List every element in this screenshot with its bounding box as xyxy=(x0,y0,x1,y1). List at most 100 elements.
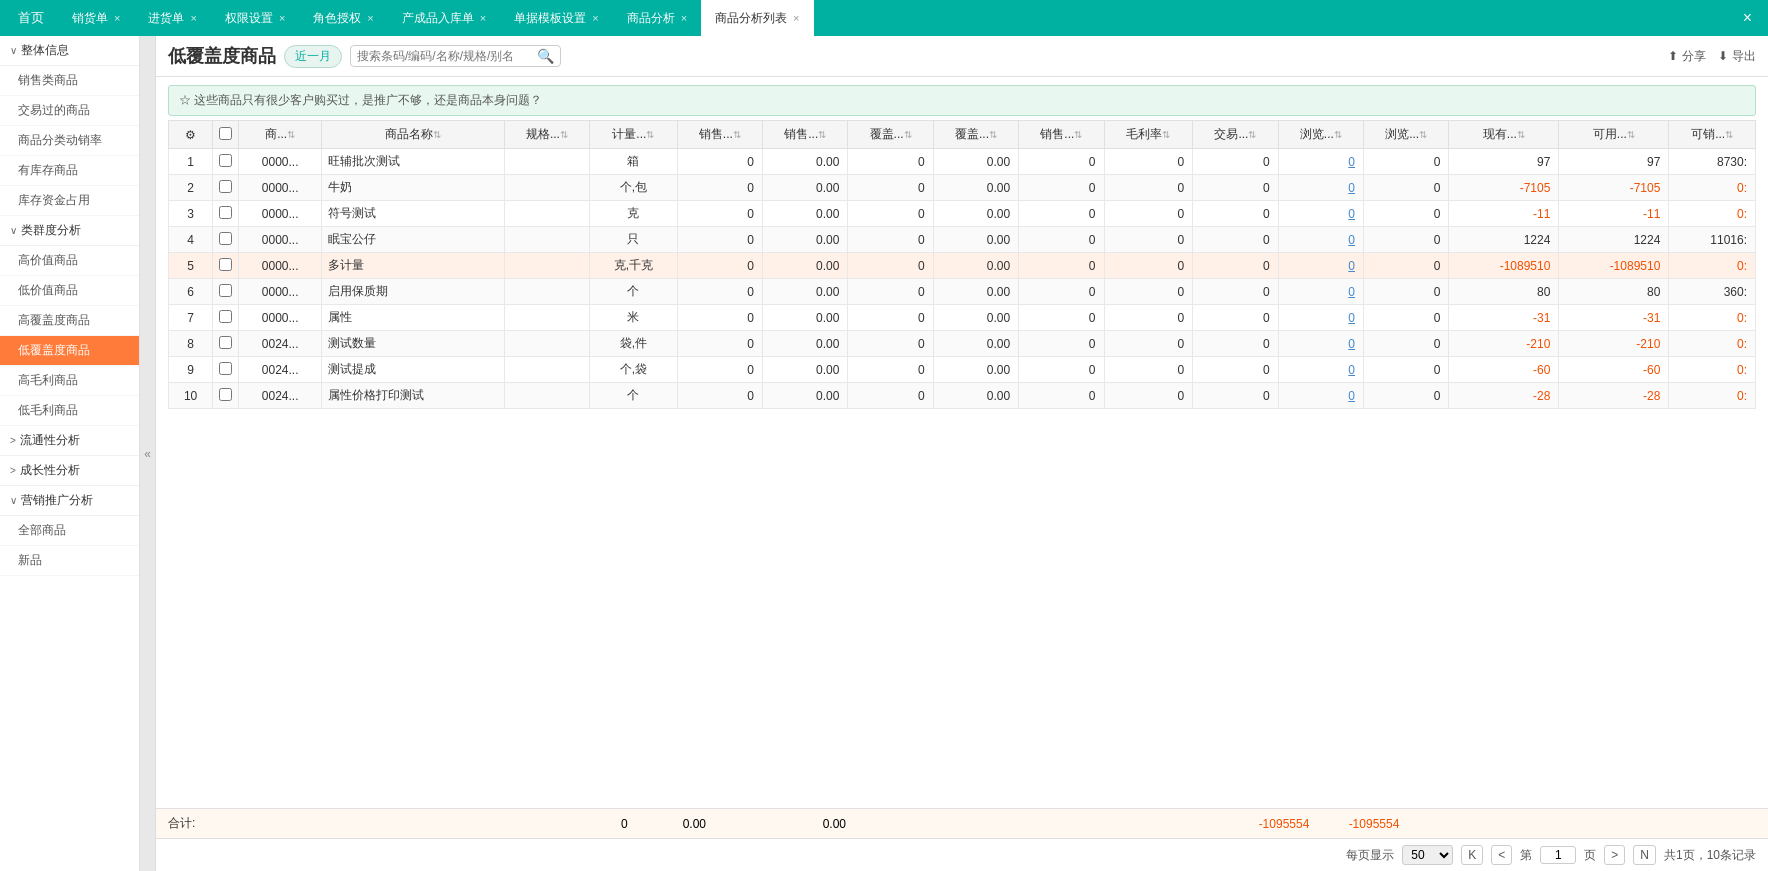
prev-page-button[interactable]: < xyxy=(1491,845,1512,865)
nav-warehouse[interactable]: 产成品入库单 × xyxy=(388,0,500,36)
sidebar-item-new-goods[interactable]: 新品 xyxy=(0,546,139,576)
search-icon[interactable]: 🔍 xyxy=(537,48,554,64)
col-sales1[interactable]: 销售...⇅ xyxy=(677,121,762,149)
row-cover1: 0 xyxy=(848,383,933,409)
col-gross[interactable]: 毛利率⇅ xyxy=(1104,121,1193,149)
col-cover1[interactable]: 覆盖...⇅ xyxy=(848,121,933,149)
share-button[interactable]: ⬆ 分享 xyxy=(1668,48,1706,65)
info-banner: ☆ 这些商品只有很少客户购买过，是推广不够，还是商品本身问题？ xyxy=(168,85,1756,116)
nav-analysis-list[interactable]: 商品分析列表 × xyxy=(701,0,813,36)
row-unit: 克 xyxy=(590,201,678,227)
row-available: 1224 xyxy=(1559,227,1669,253)
row-cover2: 0.00 xyxy=(933,305,1018,331)
row-number: 2 xyxy=(169,175,213,201)
per-page-select[interactable]: 50 100 200 xyxy=(1402,845,1453,865)
col-current[interactable]: 现有...⇅ xyxy=(1449,121,1559,149)
sidebar-item-low-value[interactable]: 低价值商品 xyxy=(0,276,139,306)
col-checkbox[interactable] xyxy=(213,121,239,149)
row-view2: 0 xyxy=(1364,357,1449,383)
filter-period-button[interactable]: 近一月 xyxy=(284,45,342,68)
window-close-button[interactable]: × xyxy=(1731,0,1764,36)
collapse-arrow-growth: > xyxy=(10,465,16,476)
sidebar-item-sales-goods[interactable]: 销售类商品 xyxy=(0,66,139,96)
row-available: -11 xyxy=(1559,201,1669,227)
last-page-button[interactable]: N xyxy=(1633,845,1656,865)
sidebar-item-low-coverage[interactable]: 低覆盖度商品 xyxy=(0,336,139,366)
row-unit: 箱 xyxy=(590,149,678,175)
row-checkbox[interactable] xyxy=(213,149,239,175)
nav-close-sales[interactable]: × xyxy=(114,12,120,24)
sidebar-section-overall[interactable]: ∨ 整体信息 xyxy=(0,36,139,66)
row-checkbox[interactable] xyxy=(213,357,239,383)
sidebar-item-low-margin[interactable]: 低毛利商品 xyxy=(0,396,139,426)
col-cover2[interactable]: 覆盖...⇅ xyxy=(933,121,1018,149)
nav-close-template[interactable]: × xyxy=(592,12,598,24)
sidebar-item-high-coverage[interactable]: 高覆盖度商品 xyxy=(0,306,139,336)
first-page-button[interactable]: K xyxy=(1461,845,1483,865)
sidebar-section-liquidity[interactable]: > 流通性分析 xyxy=(0,426,139,456)
collapse-arrow-overall: ∨ xyxy=(10,45,17,56)
footer-sales1: 0 xyxy=(589,817,659,831)
sidebar-section-cluster[interactable]: ∨ 类群度分析 xyxy=(0,216,139,246)
nav-close-role[interactable]: × xyxy=(367,12,373,24)
row-cover2: 0.00 xyxy=(933,175,1018,201)
nav-close-purchase[interactable]: × xyxy=(190,12,196,24)
nav-role[interactable]: 角色授权 × xyxy=(299,0,387,36)
sidebar-item-high-margin[interactable]: 高毛利商品 xyxy=(0,366,139,396)
col-settings[interactable]: ⚙ xyxy=(169,121,213,149)
row-cover1: 0 xyxy=(848,201,933,227)
row-current: 1224 xyxy=(1449,227,1559,253)
nav-permission[interactable]: 权限设置 × xyxy=(211,0,299,36)
col-spec[interactable]: 规格...⇅ xyxy=(504,121,589,149)
sidebar-item-all-goods[interactable]: 全部商品 xyxy=(0,516,139,546)
sidebar-section-marketing[interactable]: ∨ 营销推广分析 xyxy=(0,486,139,516)
nav-sales[interactable]: 销货单 × xyxy=(58,0,134,36)
table-footer: 合计: 0 0.00 0.00 -1095554 -1095554 xyxy=(156,808,1768,838)
col-saleable[interactable]: 可销...⇅ xyxy=(1669,121,1756,149)
row-name: 眠宝公仔 xyxy=(322,227,504,253)
col-view2[interactable]: 浏览...⇅ xyxy=(1364,121,1449,149)
row-checkbox[interactable] xyxy=(213,201,239,227)
sidebar-item-traded-goods[interactable]: 交易过的商品 xyxy=(0,96,139,126)
nav-home[interactable]: 首页 xyxy=(4,0,58,36)
col-unit[interactable]: 计量...⇅ xyxy=(590,121,678,149)
nav-purchase[interactable]: 进货单 × xyxy=(134,0,210,36)
row-checkbox[interactable] xyxy=(213,279,239,305)
search-input[interactable] xyxy=(357,49,537,63)
nav-analysis[interactable]: 商品分析 × xyxy=(613,0,701,36)
row-checkbox[interactable] xyxy=(213,227,239,253)
next-page-button[interactable]: > xyxy=(1604,845,1625,865)
select-all-checkbox[interactable] xyxy=(219,127,232,140)
col-sales2[interactable]: 销售...⇅ xyxy=(763,121,848,149)
export-button[interactable]: ⬇ 导出 xyxy=(1718,48,1756,65)
nav-close-analysis[interactable]: × xyxy=(681,12,687,24)
col-sales3[interactable]: 销售...⇅ xyxy=(1019,121,1104,149)
sidebar-item-stocked-goods[interactable]: 有库存商品 xyxy=(0,156,139,186)
page-number-input[interactable] xyxy=(1540,846,1576,864)
table-wrapper[interactable]: ⚙ 商...⇅ 商品名称⇅ 规格...⇅ 计量...⇅ 销售...⇅ 销售...… xyxy=(168,120,1756,808)
nav-close-analysis-list[interactable]: × xyxy=(793,12,799,24)
row-view2: 0 xyxy=(1364,305,1449,331)
row-checkbox[interactable] xyxy=(213,383,239,409)
nav-template[interactable]: 单据模板设置 × xyxy=(500,0,612,36)
sidebar-item-high-value[interactable]: 高价值商品 xyxy=(0,246,139,276)
row-checkbox[interactable] xyxy=(213,253,239,279)
sidebar-wrapper: ∨ 整体信息 销售类商品 交易过的商品 商品分类动销率 有库存商品 库存资金占用… xyxy=(0,36,156,871)
col-trade[interactable]: 交易...⇅ xyxy=(1193,121,1278,149)
nav-close-warehouse[interactable]: × xyxy=(480,12,486,24)
row-checkbox[interactable] xyxy=(213,331,239,357)
sidebar-collapse-button[interactable]: « xyxy=(140,36,156,871)
nav-close-permission[interactable]: × xyxy=(279,12,285,24)
col-name[interactable]: 商品名称⇅ xyxy=(322,121,504,149)
sidebar-item-category-rate[interactable]: 商品分类动销率 xyxy=(0,126,139,156)
table-row: 90024...测试提成个,袋00.0000.0000000-60-600: xyxy=(169,357,1756,383)
row-available: 80 xyxy=(1559,279,1669,305)
row-checkbox[interactable] xyxy=(213,305,239,331)
sidebar-item-capital[interactable]: 库存资金占用 xyxy=(0,186,139,216)
col-code[interactable]: 商...⇅ xyxy=(239,121,322,149)
table-row: 10000...旺辅批次测试箱00.0000.000000097978730: xyxy=(169,149,1756,175)
sidebar-section-growth[interactable]: > 成长性分析 xyxy=(0,456,139,486)
col-available[interactable]: 可用...⇅ xyxy=(1559,121,1669,149)
col-view1[interactable]: 浏览...⇅ xyxy=(1278,121,1363,149)
row-checkbox[interactable] xyxy=(213,175,239,201)
